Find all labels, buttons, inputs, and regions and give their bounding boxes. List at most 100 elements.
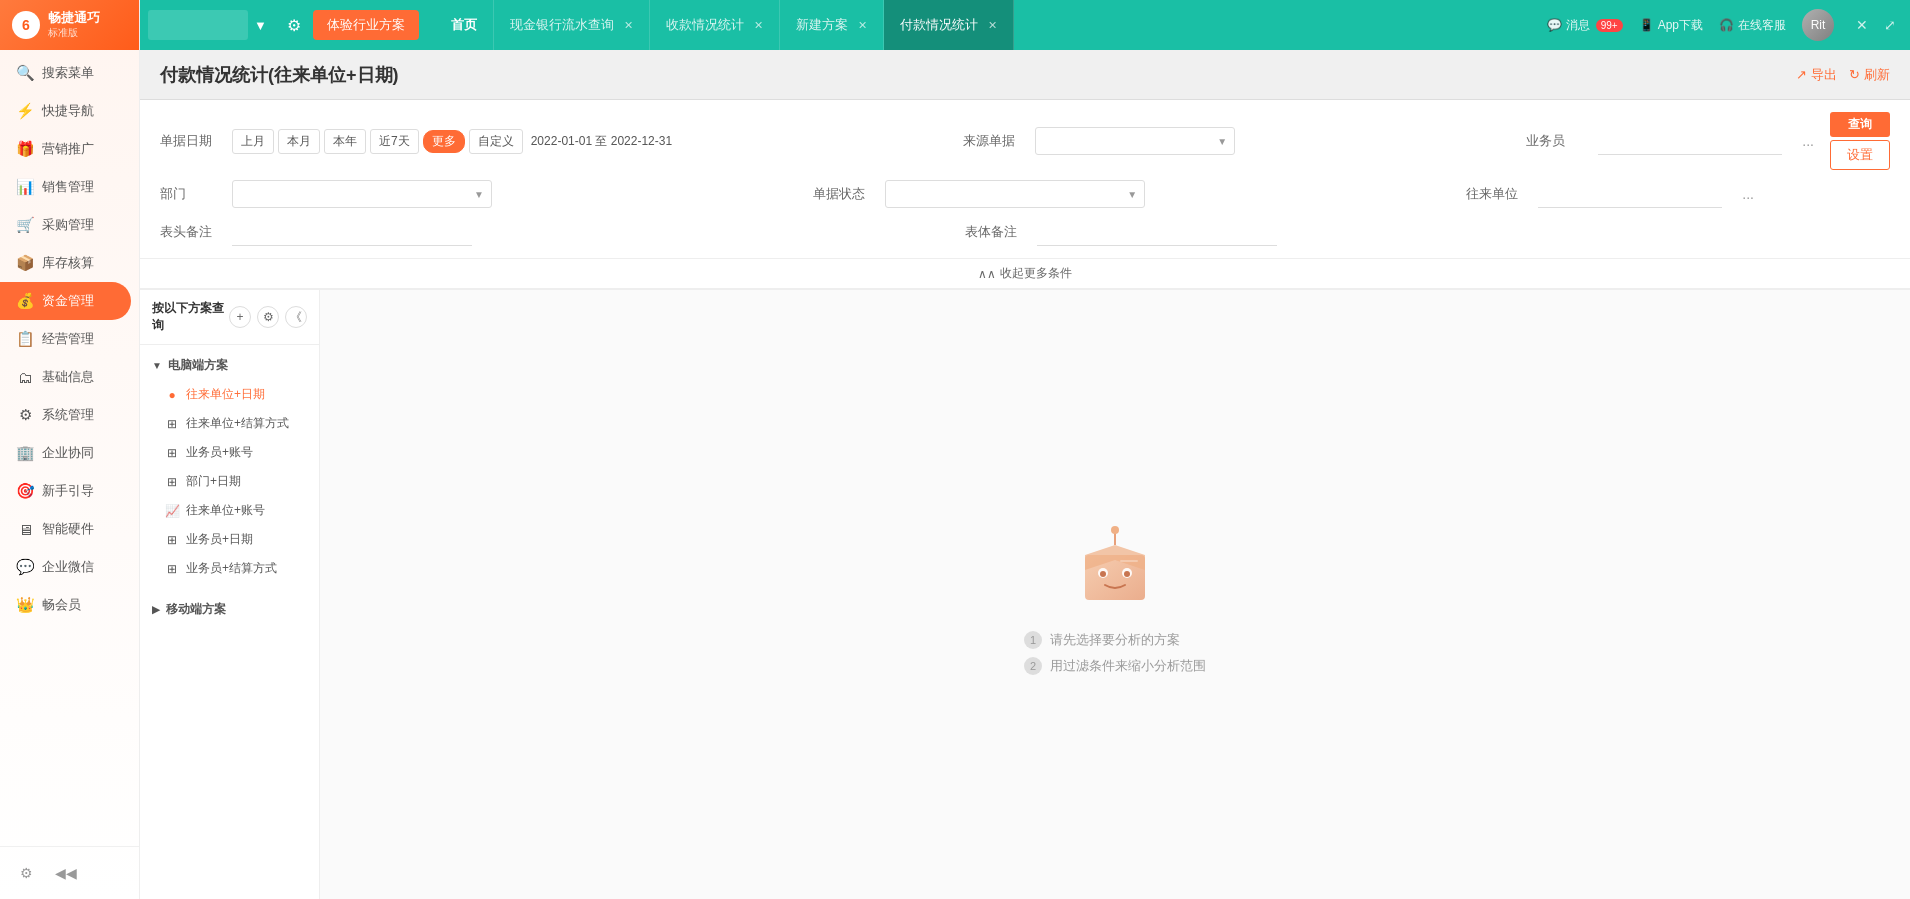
dept-date-icon: ⊞ (164, 474, 180, 490)
scheme-item-salesperson-settlement[interactable]: ⊞ 业务员+结算方式 (140, 554, 319, 583)
tip-text-2: 用过滤条件来缩小分析范围 (1050, 657, 1206, 675)
member-icon: 👑 (16, 596, 34, 614)
online-service-btn[interactable]: 🎧 在线客服 (1719, 17, 1786, 34)
sidebar-collapse-btn[interactable]: ◀◀ (50, 857, 82, 889)
sidebar-item-system[interactable]: ⚙ 系统管理 (0, 396, 139, 434)
message-btn[interactable]: 💬 消息 99+ (1547, 17, 1623, 34)
sidebar-item-marketing[interactable]: 🎁 营销推广 (0, 130, 139, 168)
app-download-label: App下载 (1658, 17, 1703, 34)
try-btn[interactable]: 体验行业方案 (313, 10, 419, 40)
sidebar-item-label: 搜索菜单 (42, 64, 94, 82)
tab-receipt-stats-close[interactable]: ✕ (754, 19, 763, 32)
partner-input[interactable] (1538, 180, 1722, 208)
sidebar-item-operations[interactable]: 📋 经营管理 (0, 320, 139, 358)
tab-payment-stats-close[interactable]: ✕ (988, 19, 997, 32)
tab-new-scheme-close[interactable]: ✕ (858, 19, 867, 32)
partner-settlement-icon: ⊞ (164, 416, 180, 432)
header-note-label: 表头备注 (160, 223, 216, 241)
sidebar-item-purchase[interactable]: 🛒 采购管理 (0, 206, 139, 244)
sidebar-settings-btn[interactable]: ⚙ (10, 857, 42, 889)
mobile-section-arrow: ▶ (152, 604, 160, 615)
tab-receipt-stats-label: 收款情况统计 (666, 16, 744, 34)
wechat-icon: 💬 (16, 558, 34, 576)
scheme-collapse-btn[interactable]: 《 (285, 306, 307, 328)
sidebar-item-sales[interactable]: 📊 销售管理 (0, 168, 139, 206)
scheme-item-salesperson-date[interactable]: ⊞ 业务员+日期 (140, 525, 319, 554)
marketing-icon: 🎁 (16, 140, 34, 158)
sidebar-item-finance[interactable]: 💰 资金管理 (0, 282, 131, 320)
salesperson-input[interactable] (1598, 127, 1782, 155)
scheme-section-pc: ▼ 电脑端方案 ● 往来单位+日期 ⊞ 往来单位+结算方式 ⊞ 业务员+账号 ⊞ (140, 345, 319, 589)
this-month-btn[interactable]: 本月 (278, 129, 320, 154)
quick-nav-icon: ⚡ (16, 102, 34, 120)
scheme-panel-header: 按以下方案查询 + ⚙ 《 (140, 290, 319, 345)
scheme-item-label: 业务员+日期 (186, 531, 253, 548)
scheme-item-salesperson-account[interactable]: ⊞ 业务员+账号 (140, 438, 319, 467)
scheme-item-label: 往来单位+结算方式 (186, 415, 289, 432)
query-btn-main[interactable]: 查询 (1830, 112, 1890, 137)
scheme-section-pc-header[interactable]: ▼ 电脑端方案 (140, 351, 319, 380)
filter-section: 单据日期 上月 本月 本年 近7天 更多 自定义 2022-01-01 至 20… (140, 100, 1910, 290)
sidebar-item-quick-nav[interactable]: ⚡ 快捷导航 (0, 92, 139, 130)
sidebar-item-basic[interactable]: 🗂 基础信息 (0, 358, 139, 396)
sidebar-item-wechat[interactable]: 💬 企业微信 (0, 548, 139, 586)
logo-name: 畅捷通巧 (48, 10, 100, 26)
partner-date-icon: ● (164, 387, 180, 403)
last-month-btn[interactable]: 上月 (232, 129, 274, 154)
window-maximize-btn[interactable]: ⤢ (1878, 13, 1902, 37)
user-area[interactable]: Rit (1802, 9, 1834, 41)
sidebar-item-label: 经营管理 (42, 330, 94, 348)
sidebar-item-label: 销售管理 (42, 178, 94, 196)
collapse-btn[interactable]: ∧∧ 收起更多条件 (140, 259, 1910, 289)
refresh-icon: ↻ (1849, 67, 1860, 82)
this-year-btn[interactable]: 本年 (324, 129, 366, 154)
collapse-up-icon: ∧∧ (978, 267, 996, 281)
body-note-input[interactable] (1037, 218, 1277, 246)
doc-status-label: 单据状态 (813, 185, 869, 203)
tab-home[interactable]: 首页 (435, 0, 494, 50)
scheme-section-mobile-header[interactable]: ▶ 移动端方案 (140, 595, 319, 624)
dept-select[interactable] (232, 180, 492, 208)
sidebar-item-search-menu[interactable]: 🔍 搜索菜单 (0, 54, 139, 92)
more-btn[interactable]: 更多 (423, 130, 465, 153)
scheme-item-partner-date[interactable]: ● 往来单位+日期 (140, 380, 319, 409)
sidebar-item-member[interactable]: 👑 畅会员 (0, 586, 139, 624)
pc-section-label: 电脑端方案 (168, 357, 228, 374)
dropdown-icon[interactable]: ▼ (254, 18, 267, 33)
sub-header-actions: ↗ 导出 ↻ 刷新 (1796, 66, 1890, 84)
scheme-item-dept-date[interactable]: ⊞ 部门+日期 (140, 467, 319, 496)
partner-dots[interactable]: ... (1742, 186, 1754, 202)
workspace-selector[interactable] (148, 10, 248, 40)
service-icon: 🎧 (1719, 18, 1734, 32)
custom-btn[interactable]: 自定义 (469, 129, 523, 154)
doc-status-select[interactable] (885, 180, 1145, 208)
finance-icon: 💰 (16, 292, 34, 310)
refresh-btn[interactable]: ↻ 刷新 (1849, 66, 1890, 84)
app-download-btn[interactable]: 📱 App下载 (1639, 17, 1703, 34)
sidebar-item-label: 库存核算 (42, 254, 94, 272)
gear-icon[interactable]: ⚙ (275, 16, 313, 35)
scheme-item-partner-settlement[interactable]: ⊞ 往来单位+结算方式 (140, 409, 319, 438)
source-doc-select[interactable] (1035, 127, 1235, 155)
export-btn[interactable]: ↗ 导出 (1796, 66, 1837, 84)
tab-new-scheme[interactable]: 新建方案 ✕ (780, 0, 884, 50)
sidebar-item-enterprise[interactable]: 🏢 企业协同 (0, 434, 139, 472)
tab-bank-flow[interactable]: 现金银行流水查询 ✕ (494, 0, 650, 50)
tab-receipt-stats[interactable]: 收款情况统计 ✕ (650, 0, 780, 50)
sidebar-item-guide[interactable]: 🎯 新手引导 (0, 472, 139, 510)
salesperson-dots[interactable]: ... (1802, 133, 1814, 149)
date-label: 单据日期 (160, 132, 216, 150)
last-7-btn[interactable]: 近7天 (370, 129, 419, 154)
settings-btn[interactable]: 设置 (1830, 140, 1890, 170)
window-close-btn[interactable]: ✕ (1850, 13, 1874, 37)
scheme-settings-btn[interactable]: ⚙ (257, 306, 279, 328)
sidebar-item-inventory[interactable]: 📦 库存核算 (0, 244, 139, 282)
topbar: ▼ ⚙ 体验行业方案 首页 现金银行流水查询 ✕ 收款情况统计 ✕ 新建方案 ✕… (140, 0, 1910, 50)
scheme-add-btn[interactable]: + (229, 306, 251, 328)
tab-payment-stats[interactable]: 付款情况统计 ✕ (884, 0, 1014, 50)
download-icon: 📱 (1639, 18, 1654, 32)
header-note-input[interactable] (232, 218, 472, 246)
scheme-item-partner-account[interactable]: 📈 往来单位+账号 (140, 496, 319, 525)
tab-bank-flow-close[interactable]: ✕ (624, 19, 633, 32)
sidebar-item-hardware[interactable]: 🖥 智能硬件 (0, 510, 139, 548)
